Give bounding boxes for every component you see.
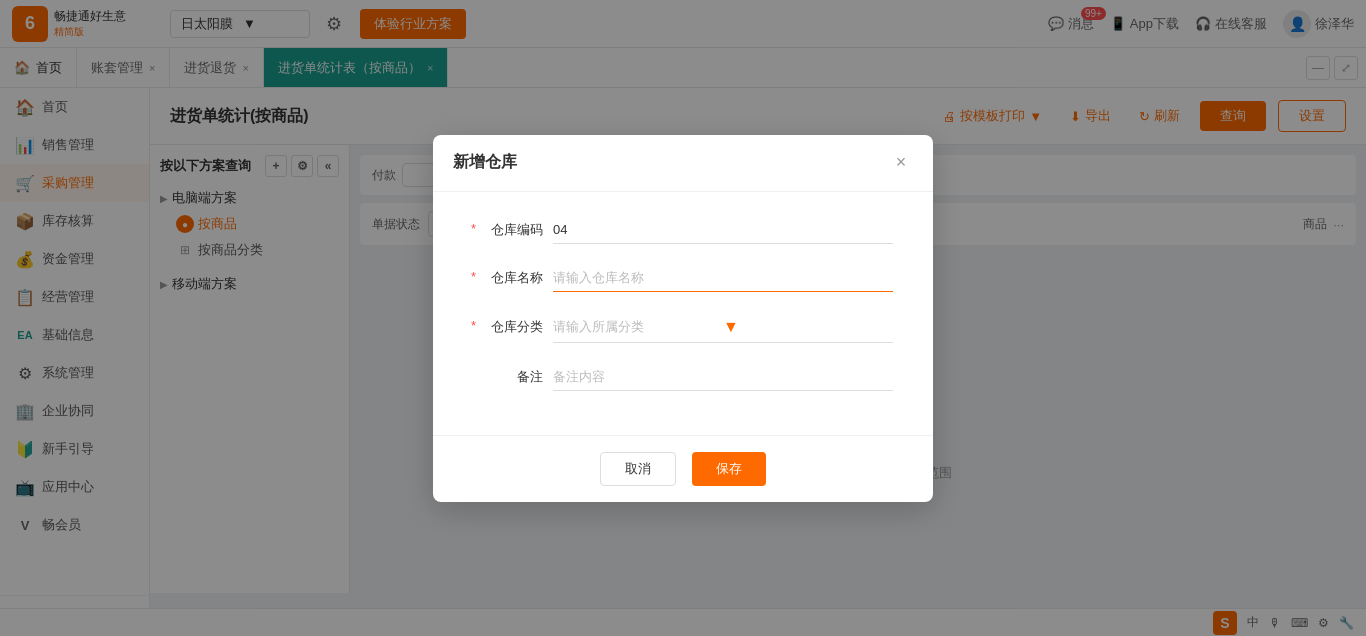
name-input[interactable] (553, 264, 893, 292)
modal-header: 新增仓库 × (433, 135, 933, 192)
modal-body: 仓库编码 仓库名称 仓库分类 请输入所属分类 ▼ 备注 (433, 192, 933, 435)
remark-input[interactable] (553, 363, 893, 391)
name-label: 仓库名称 (473, 269, 553, 287)
modal-close-button[interactable]: × (889, 151, 913, 175)
modal-footer: 取消 保存 (433, 435, 933, 502)
remark-label: 备注 (473, 368, 553, 386)
modal-overlay[interactable]: 新增仓库 × 仓库编码 仓库名称 仓库分类 请输入所属分类 ▼ (0, 0, 1366, 636)
modal-title: 新增仓库 (453, 152, 517, 173)
code-input[interactable] (553, 216, 893, 244)
category-label: 仓库分类 (473, 318, 553, 336)
form-row-category: 仓库分类 请输入所属分类 ▼ (473, 312, 893, 343)
form-row-name: 仓库名称 (473, 264, 893, 292)
category-select[interactable]: 请输入所属分类 ▼ (553, 312, 893, 343)
cancel-button[interactable]: 取消 (600, 452, 676, 486)
code-label: 仓库编码 (473, 221, 553, 239)
category-placeholder: 请输入所属分类 (553, 318, 723, 336)
category-arrow-icon: ▼ (723, 318, 893, 336)
save-button[interactable]: 保存 (692, 452, 766, 486)
modal-new-warehouse: 新增仓库 × 仓库编码 仓库名称 仓库分类 请输入所属分类 ▼ (433, 135, 933, 502)
form-row-code: 仓库编码 (473, 216, 893, 244)
form-row-remark: 备注 (473, 363, 893, 391)
